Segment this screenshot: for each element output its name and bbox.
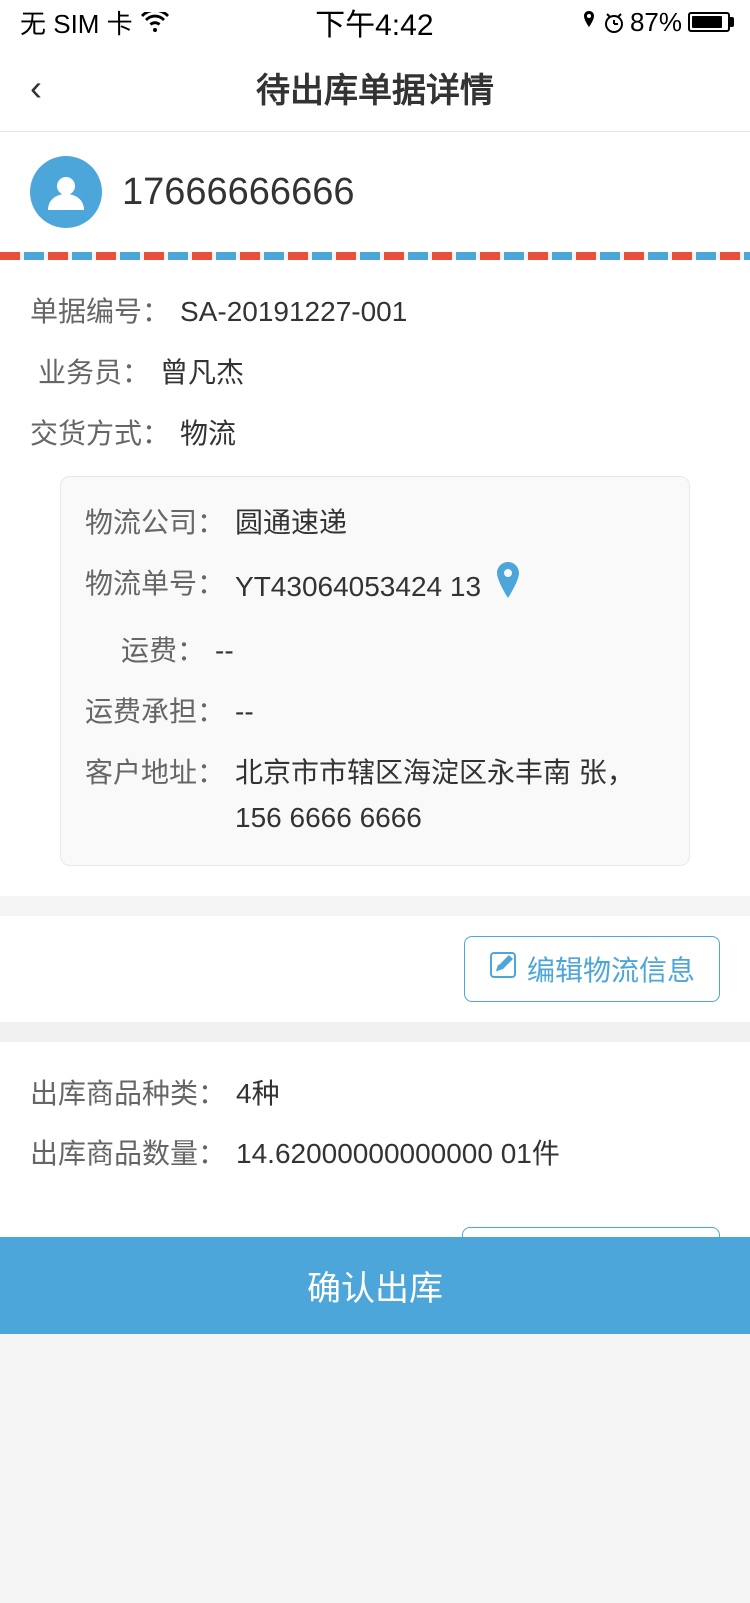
stock-type-row: 出库商品种类： 4种: [30, 1072, 720, 1117]
order-number-row: 单据编号： SA-20191227-001: [30, 290, 720, 335]
nav-bar: ‹ 待出库单据详情: [0, 44, 750, 132]
logistics-company-value: 圆通速递: [235, 501, 665, 546]
customer-header: 17666666666: [0, 132, 750, 252]
status-bar: 无 SIM 卡 下午4:42 87%: [0, 0, 750, 44]
salesperson-row: 业务员： 曾凡杰: [30, 351, 720, 396]
logistics-card: 物流公司： 圆通速递 物流单号： YT43064053424 13 运费： --: [60, 476, 690, 865]
edit-icon: [489, 951, 517, 986]
customer-phone: 17666666666: [122, 171, 354, 214]
freight-value: --: [215, 629, 665, 674]
wifi-icon: [141, 12, 169, 32]
delivery-method-row: 交货方式： 物流: [30, 412, 720, 457]
freight-row: 运费： --: [85, 629, 665, 674]
salesperson-value: 曾凡杰: [160, 351, 720, 396]
status-time: 下午4:42: [315, 0, 433, 44]
battery-icon: [688, 12, 730, 32]
freight-bearer-value: --: [235, 690, 665, 735]
stock-type-label: 出库商品种类：: [30, 1072, 236, 1117]
logistics-tracking-value: YT43064053424 13: [235, 562, 665, 613]
address-value: 北京市市辖区海淀区永丰南 张，156 6666 6666: [235, 751, 665, 841]
confirm-btn-wrap: 确认出库: [0, 1237, 750, 1334]
stock-quantity-value: 14.62000000000000 01件: [236, 1132, 720, 1177]
freight-bearer-label: 运费承担：: [85, 690, 235, 735]
delivery-method-value: 物流: [180, 412, 720, 457]
stock-quantity-row: 出库商品数量： 14.62000000000000 01件: [30, 1132, 720, 1177]
empty-space: [0, 1313, 750, 1513]
location-indicator-icon: [580, 11, 598, 33]
delivery-method-label: 交货方式：: [30, 412, 180, 457]
logistics-tracking-row: 物流单号： YT43064053424 13: [85, 562, 665, 613]
stock-info-section: 出库商品种类： 4种 出库商品数量： 14.62000000000000 01件: [0, 1042, 750, 1208]
freight-bearer-row: 运费承担： --: [85, 690, 665, 735]
stock-type-value: 4种: [236, 1072, 720, 1117]
freight-label: 运费：: [85, 629, 215, 674]
order-info-section: 单据编号： SA-20191227-001 业务员： 曾凡杰 交货方式： 物流 …: [0, 260, 750, 896]
avatar: [30, 156, 102, 228]
edit-logistics-label: 编辑物流信息: [527, 949, 695, 989]
user-icon: [44, 170, 88, 214]
back-button[interactable]: ‹: [30, 67, 42, 109]
salesperson-label: 业务员：: [30, 351, 160, 396]
logistics-tracking-label: 物流单号：: [85, 562, 235, 607]
stock-quantity-label: 出库商品数量：: [30, 1132, 236, 1177]
edit-btn-row: 编辑物流信息: [0, 916, 750, 1022]
status-carrier: 无 SIM 卡: [20, 4, 169, 41]
alarm-icon: [604, 11, 624, 33]
dashed-divider: [0, 252, 750, 260]
logistics-company-label: 物流公司：: [85, 501, 235, 546]
order-number-value: SA-20191227-001: [180, 290, 720, 335]
page-title: 待出库单据详情: [256, 63, 494, 112]
status-indicators: 87%: [580, 7, 730, 38]
address-row: 客户地址： 北京市市辖区海淀区永丰南 张，156 6666 6666: [85, 751, 665, 841]
section-divider: [0, 1022, 750, 1042]
address-label: 客户地址：: [85, 751, 235, 796]
confirm-outbound-button[interactable]: 确认出库: [0, 1261, 750, 1310]
logistics-company-row: 物流公司： 圆通速递: [85, 501, 665, 546]
edit-logistics-button[interactable]: 编辑物流信息: [464, 936, 720, 1002]
tracking-location-icon[interactable]: [493, 562, 523, 613]
order-number-label: 单据编号：: [30, 290, 180, 335]
